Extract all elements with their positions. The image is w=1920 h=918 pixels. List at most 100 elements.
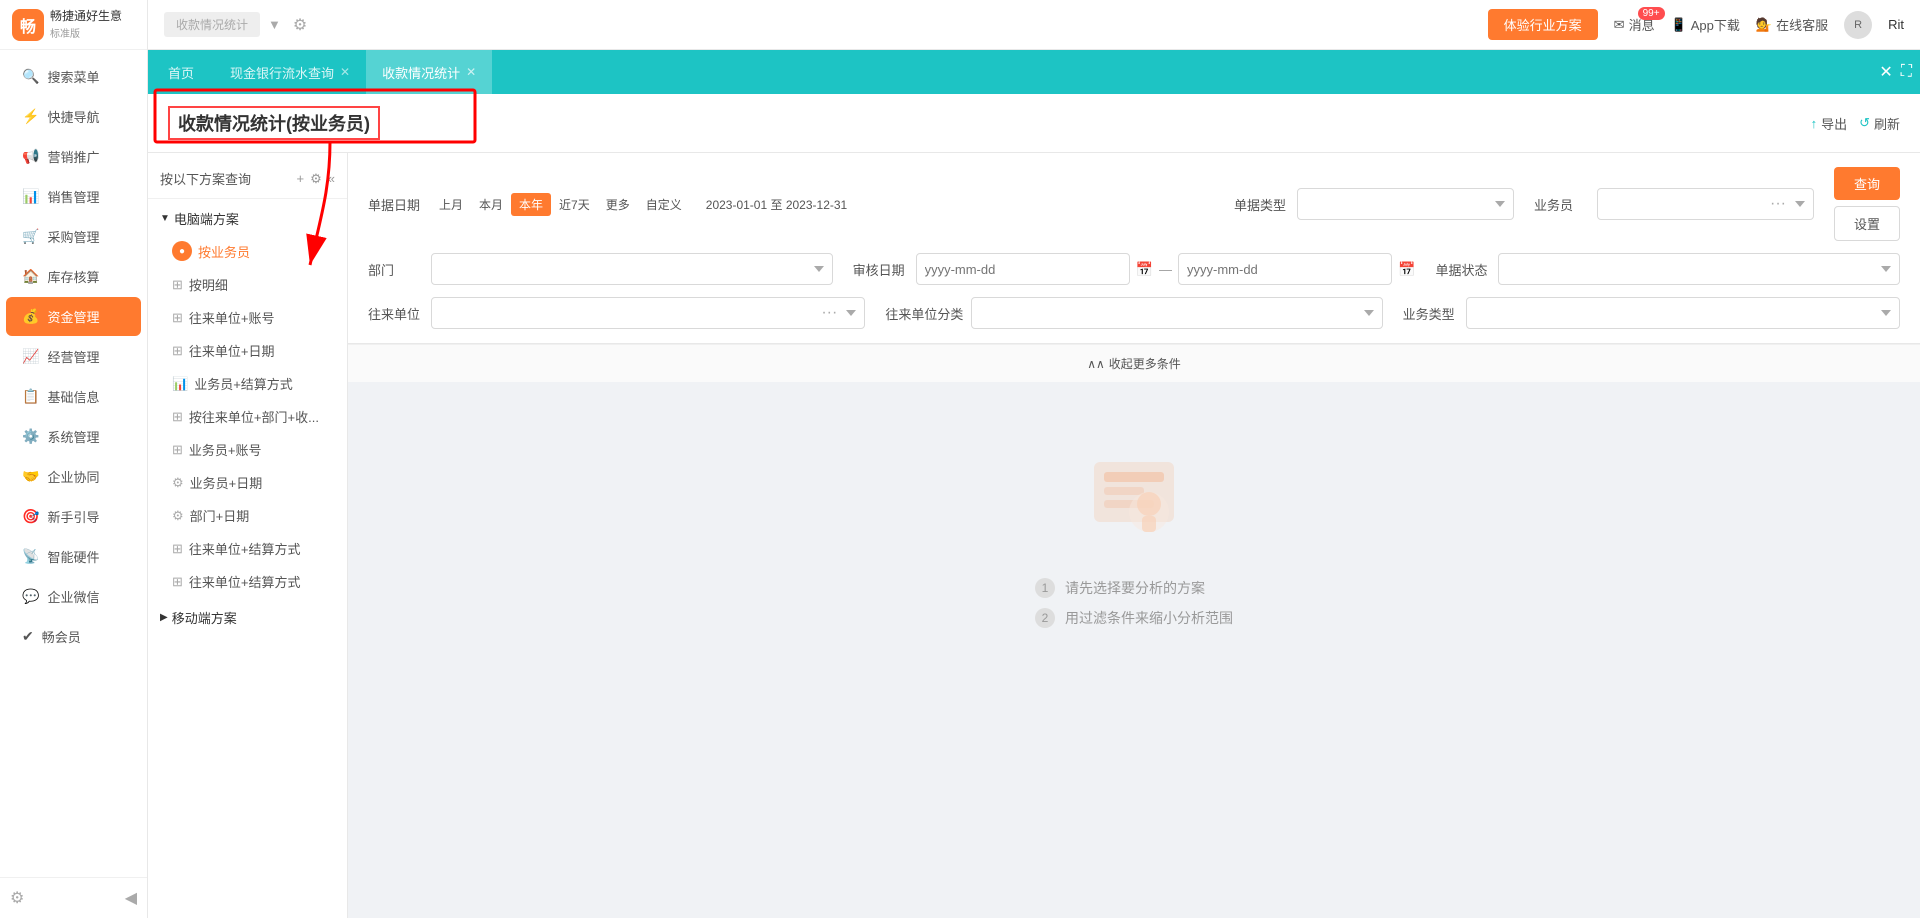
page-actions: ↑ 导出 ↺ 刷新	[1811, 114, 1900, 133]
notification-area[interactable]: ✉ 消息 99+	[1614, 15, 1655, 34]
sidebar-item-marketing[interactable]: 📢 营销推广	[6, 137, 141, 176]
calendar-from-icon[interactable]: 📅	[1136, 261, 1153, 278]
tab-close-all-icon[interactable]: ✕	[1879, 62, 1892, 82]
tab-expand-icon[interactable]: ⛶	[1901, 63, 1912, 81]
settings-button[interactable]: 设置	[1834, 206, 1900, 241]
sidebar-label-finance: 资金管理	[47, 307, 99, 326]
date-tab-more[interactable]: 更多	[598, 193, 638, 216]
partner-more-icon[interactable]: ···	[821, 304, 837, 322]
sidebar-item-hardware[interactable]: 📡 智能硬件	[6, 537, 141, 576]
sidebar-item-sales[interactable]: 📊 销售管理	[6, 177, 141, 216]
partner-filter-item: 往来单位 ···	[368, 297, 865, 329]
sidebar-item-inventory[interactable]: 🏠 库存核算	[6, 257, 141, 296]
content-area: 1 请先选择要分析的方案 2 用过滤条件来缩小分析范围	[348, 382, 1920, 918]
salesperson-date-icon: ⚙	[172, 475, 184, 491]
wechat-icon: 💬	[22, 588, 39, 605]
tree-item-salesperson-account[interactable]: ⊞ 业务员+账号	[148, 433, 347, 466]
sidebar-item-enterprise[interactable]: 🤝 企业协同	[6, 457, 141, 496]
shortcut-icon: ⚡	[22, 108, 39, 125]
partner-select[interactable]	[431, 297, 865, 329]
collapse-bar[interactable]: ∧∧ 收起更多条件	[348, 344, 1920, 382]
date-tab-7days[interactable]: 近7天	[551, 193, 598, 216]
collection-tab-close[interactable]: ✕	[466, 65, 476, 79]
trial-button[interactable]: 体验行业方案	[1488, 9, 1598, 40]
filter-row-3: 往来单位 ··· 往来单位分类	[368, 297, 1900, 329]
empty-steps-list: 1 请先选择要分析的方案 2 用过滤条件来缩小分析范围	[1035, 578, 1233, 628]
tab-collection[interactable]: 收款情况统计 ✕	[366, 50, 492, 94]
sidebar-label-hardware: 智能硬件	[47, 547, 99, 566]
app-download-area[interactable]: 📱 App下载	[1671, 15, 1740, 34]
settings-icon-header[interactable]: ⚙	[293, 15, 307, 35]
sidebar-label-guide: 新手引导	[47, 507, 99, 526]
basic-icon: 📋	[22, 388, 39, 405]
online-service-area[interactable]: 💁 在线客服	[1756, 15, 1828, 34]
tree-mobile-header[interactable]: ▶ 移动端方案	[148, 602, 347, 633]
query-button[interactable]: 查询	[1834, 167, 1900, 200]
tree-item-partner-account[interactable]: ⊞ 往来单位+账号	[148, 301, 347, 334]
tree-item-salesperson-settle[interactable]: 📊 业务员+结算方式	[148, 367, 347, 400]
dept-select[interactable]	[431, 253, 833, 285]
tree-item-detail[interactable]: ⊞ 按明细	[148, 268, 347, 301]
sidebar-logo: 畅 畅捷通好生意 标准版	[0, 0, 147, 50]
date-tab-this-year[interactable]: 本年	[511, 193, 551, 216]
bank-tab-close[interactable]: ✕	[340, 65, 350, 79]
tree-item-dept-date[interactable]: ⚙ 部门+日期	[148, 499, 347, 532]
date-tab-custom[interactable]: 自定义	[638, 193, 690, 216]
left-panel: 按以下方案查询 + ⚙ « ▼ 电脑端方案 ● 按业务员	[148, 153, 348, 918]
panel-header-icons: + ⚙ «	[297, 171, 335, 187]
user-avatar[interactable]: R	[1844, 11, 1872, 39]
notification-badge-count: 99+	[1638, 7, 1665, 20]
sidebar-item-system[interactable]: ⚙️ 系统管理	[6, 417, 141, 456]
sidebar-item-purchase[interactable]: 🛒 采购管理	[6, 217, 141, 256]
dept-label: 部门	[368, 260, 423, 279]
tree-expand-arrow: ▼	[160, 213, 170, 224]
tree-label-salesperson: 按业务员	[198, 242, 250, 261]
tree-item-partner-settle1[interactable]: ⊞ 往来单位+结算方式	[148, 532, 347, 565]
sidebar-item-guide[interactable]: 🎯 新手引导	[6, 497, 141, 536]
dropdown-icon[interactable]: ▼	[268, 17, 281, 32]
sidebar-label-search: 搜索菜单	[47, 67, 99, 86]
biz-type-select[interactable]	[1466, 297, 1900, 329]
sidebar-item-operations[interactable]: 📈 经营管理	[6, 337, 141, 376]
settings-icon-footer[interactable]: ⚙	[10, 888, 24, 908]
panel-add-icon[interactable]: +	[297, 171, 305, 187]
tree-item-partner-dept[interactable]: ⊞ 按往来单位+部门+收...	[148, 400, 347, 433]
sidebar-item-search[interactable]: 🔍 搜索菜单	[6, 57, 141, 96]
doctype-filter-item: 单据类型	[1234, 188, 1514, 220]
sidebar-label-member: 畅会员	[42, 627, 81, 646]
partner-date-icon: ⊞	[172, 343, 183, 359]
doctype-select[interactable]	[1297, 188, 1514, 220]
refresh-button[interactable]: ↺ 刷新	[1859, 114, 1900, 133]
review-date-from-input[interactable]	[916, 253, 1130, 285]
tree-label-salesperson-account: 业务员+账号	[189, 440, 262, 459]
tab-home[interactable]: 首页	[148, 50, 214, 94]
tab-bank[interactable]: 现金银行流水查询 ✕	[214, 50, 366, 94]
tree-item-partner-settle2[interactable]: ⊞ 往来单位+结算方式	[148, 565, 347, 598]
collapse-sidebar-icon[interactable]: ◀	[125, 888, 137, 908]
date-tab-last-month[interactable]: 上月	[431, 193, 471, 216]
collapse-label: 收起更多条件	[1109, 355, 1181, 372]
export-label: 导出	[1821, 114, 1847, 133]
sidebar-item-basic[interactable]: 📋 基础信息	[6, 377, 141, 416]
tree-item-salesperson-date[interactable]: ⚙ 业务员+日期	[148, 466, 347, 499]
export-button[interactable]: ↑ 导出	[1811, 114, 1848, 133]
breadcrumb-text: 收款情况统计	[164, 12, 260, 37]
doc-status-select[interactable]	[1498, 253, 1900, 285]
partner-category-select[interactable]	[971, 297, 1382, 329]
panel-collapse-icon[interactable]: «	[328, 171, 335, 187]
calendar-to-icon[interactable]: 📅	[1398, 261, 1415, 278]
sidebar-label-purchase: 采购管理	[47, 227, 99, 246]
date-tab-this-month[interactable]: 本月	[471, 193, 511, 216]
panel-settings-icon[interactable]: ⚙	[310, 171, 322, 187]
sidebar-item-finance[interactable]: 💰 资金管理	[6, 297, 141, 336]
tree-item-salesperson[interactable]: ● 按业务员	[148, 234, 347, 268]
sidebar-item-member[interactable]: ✔ 畅会员	[6, 617, 141, 656]
salesperson-more-icon[interactable]: ···	[1770, 195, 1786, 213]
page-container: 收款情况统计(按业务员) ↑ 导出 ↺ 刷新 按以下方案查询 +	[148, 94, 1920, 918]
tree-item-partner-date[interactable]: ⊞ 往来单位+日期	[148, 334, 347, 367]
sidebar-item-shortcut[interactable]: ⚡ 快捷导航	[6, 97, 141, 136]
enterprise-icon: 🤝	[22, 468, 39, 485]
sidebar-item-wechat[interactable]: 💬 企业微信	[6, 577, 141, 616]
review-date-to-input[interactable]	[1178, 253, 1392, 285]
tree-desktop-header[interactable]: ▼ 电脑端方案	[148, 203, 347, 234]
